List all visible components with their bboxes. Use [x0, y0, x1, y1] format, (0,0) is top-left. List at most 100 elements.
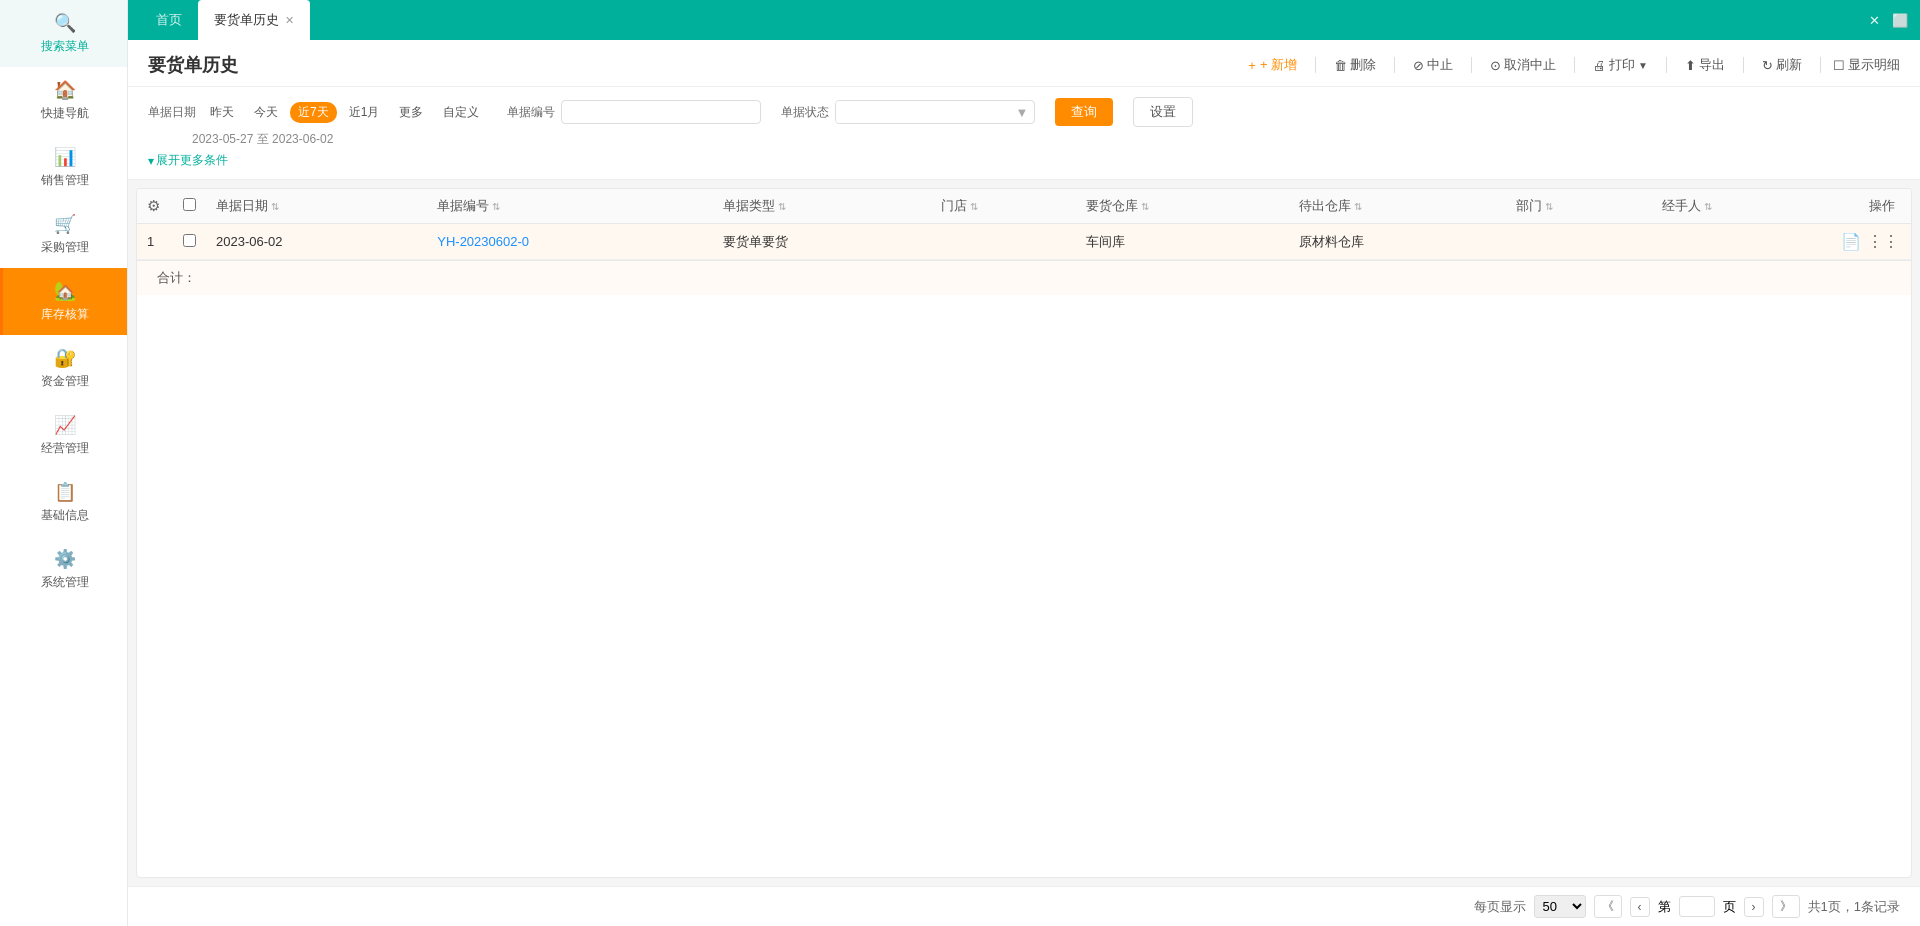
status-input[interactable]	[836, 101, 1009, 123]
sidebar-item-operations[interactable]: 📈 经营管理	[0, 402, 127, 469]
sort-handler-icon[interactable]: ⇅	[1704, 201, 1712, 212]
stop-btn[interactable]: ⊘ 中止	[1407, 52, 1459, 78]
sort-type-icon[interactable]: ⇅	[778, 201, 786, 212]
next-page-btn[interactable]: ›	[1744, 897, 1764, 917]
data-table: ⚙ 单据日期⇅ 单据编号⇅ 单据类型⇅	[137, 189, 1911, 260]
sort-req-warehouse-icon[interactable]: ⇅	[1141, 201, 1149, 212]
display-detail-btn[interactable]: ☐ 显示明细	[1833, 56, 1900, 74]
date-filter-group: 单据日期 昨天 今天 近7天 近1月 更多 自定义	[148, 102, 487, 123]
print-btn[interactable]: 🖨 打印 ▼	[1587, 52, 1654, 78]
table-row: 1 2023-06-02 YH-20230602-0 要货单要货 车间库 原材料…	[137, 224, 1911, 260]
page-title: 要货单历史	[148, 53, 238, 77]
tab-home[interactable]: 首页	[140, 0, 198, 40]
table-body: 1 2023-06-02 YH-20230602-0 要货单要货 车间库 原材料…	[137, 224, 1911, 260]
column-settings-icon[interactable]: ⚙	[147, 197, 160, 214]
settings-btn[interactable]: 设置	[1133, 97, 1193, 127]
sidebar-item-inventory[interactable]: 🏡 库存核算	[0, 268, 127, 335]
content-area: 要货单历史 + + 新增 🗑 删除 ⊘ 中止 ⊙	[128, 40, 1920, 926]
divider-6	[1743, 57, 1744, 73]
window-maximize-btn[interactable]: ⬜	[1892, 13, 1908, 28]
sidebar-item-quick-nav[interactable]: 🏠 快捷导航	[0, 67, 127, 134]
status-dropdown-icon[interactable]: ▼	[1010, 105, 1035, 120]
sales-icon: 📊	[54, 146, 76, 168]
expand-more-btn[interactable]: ▾ 展开更多条件	[148, 152, 1900, 169]
summary-label: 合计：	[157, 270, 196, 285]
sidebar-item-system[interactable]: ⚙️ 系统管理	[0, 536, 127, 603]
pill-7days[interactable]: 近7天	[290, 102, 337, 123]
page-label-pre: 第	[1658, 898, 1671, 916]
finance-icon: 🔐	[54, 347, 76, 369]
purchase-icon: 🛒	[54, 213, 76, 235]
delete-icon: 🗑	[1334, 58, 1347, 73]
row-type: 要货单要货	[713, 224, 930, 260]
sort-date-icon[interactable]: ⇅	[271, 201, 279, 212]
sort-dept-icon[interactable]: ⇅	[1545, 201, 1553, 212]
col-checkbox	[173, 189, 206, 224]
sidebar-item-finance[interactable]: 🔐 资金管理	[0, 335, 127, 402]
pill-more[interactable]: 更多	[391, 102, 431, 123]
sidebar-item-search-menu[interactable]: 🔍 搜索菜单	[0, 0, 127, 67]
col-dept: 部门⇅	[1506, 189, 1652, 224]
divider-5	[1666, 57, 1667, 73]
row-actions: 📄 ⋮⋮	[1831, 224, 1911, 260]
refresh-btn[interactable]: ↻ 刷新	[1756, 52, 1808, 78]
row-edit-icon[interactable]: 📄	[1841, 232, 1861, 251]
export-btn[interactable]: ⬆ 导出	[1679, 52, 1731, 78]
search-menu-icon: 🔍	[54, 12, 76, 34]
filter-area: 单据日期 昨天 今天 近7天 近1月 更多 自定义 单据编号	[128, 87, 1920, 180]
tab-close-icon[interactable]: ✕	[285, 14, 294, 27]
row-checkbox	[173, 224, 206, 260]
system-icon: ⚙️	[54, 548, 76, 570]
pagination-bar: 每页显示 10 20 50 100 《 ‹ 第 1 页 › 》 共1页，1条记录	[128, 886, 1920, 926]
cancel-stop-btn[interactable]: ⊙ 取消中止	[1484, 52, 1562, 78]
page-label-post: 页	[1723, 898, 1736, 916]
print-dropdown-icon[interactable]: ▼	[1638, 60, 1648, 71]
sort-no-icon[interactable]: ⇅	[492, 201, 500, 212]
add-btn[interactable]: + + 新增	[1242, 52, 1303, 78]
date-range-display: 2023-05-27 至 2023-06-02	[192, 131, 1900, 148]
page-input[interactable]: 1	[1679, 896, 1715, 917]
select-all-checkbox[interactable]	[183, 198, 196, 211]
row-more-icon[interactable]: ⋮⋮	[1867, 232, 1899, 251]
col-no: 单据编号⇅	[427, 189, 713, 224]
sidebar-item-sales[interactable]: 📊 销售管理	[0, 134, 127, 201]
first-page-btn[interactable]: 《	[1594, 895, 1622, 918]
inventory-icon: 🏡	[54, 280, 76, 302]
query-btn[interactable]: 查询	[1055, 98, 1113, 126]
table-footer: 合计：	[137, 260, 1911, 295]
sort-store-icon[interactable]: ⇅	[970, 201, 978, 212]
delete-btn[interactable]: 🗑 删除	[1328, 52, 1382, 78]
order-no-input[interactable]	[561, 100, 761, 124]
sidebar: 🔍 搜索菜单 🏠 快捷导航 📊 销售管理 🛒 采购管理 🏡 库存核算 🔐 资金管…	[0, 0, 128, 926]
tab-requisition-history[interactable]: 要货单历史 ✕	[198, 0, 310, 40]
total-info: 共1页，1条记录	[1808, 898, 1900, 916]
table-container: ⚙ 单据日期⇅ 单据编号⇅ 单据类型⇅	[136, 188, 1912, 878]
col-req-warehouse: 要货仓库⇅	[1076, 189, 1288, 224]
row-no-link[interactable]: YH-20230602-0	[437, 234, 529, 249]
last-page-btn[interactable]: 》	[1772, 895, 1800, 918]
main-container: 首页 要货单历史 ✕ ✕ ⬜ 要货单历史 + + 新增 🗑 删除	[128, 0, 1920, 926]
operations-icon: 📈	[54, 414, 76, 436]
row-no: YH-20230602-0	[427, 224, 713, 260]
pill-yesterday[interactable]: 昨天	[202, 102, 242, 123]
table-head: ⚙ 单据日期⇅ 单据编号⇅ 单据类型⇅	[137, 189, 1911, 224]
sidebar-item-purchase[interactable]: 🛒 采购管理	[0, 201, 127, 268]
expand-icon: ▾	[148, 154, 154, 168]
row-select-checkbox[interactable]	[183, 234, 196, 247]
sidebar-item-basic-info[interactable]: 📋 基础信息	[0, 469, 127, 536]
page-size-select[interactable]: 10 20 50 100	[1534, 895, 1586, 918]
sort-wait-warehouse-icon[interactable]: ⇅	[1354, 201, 1362, 212]
col-settings: ⚙	[137, 189, 173, 224]
pill-1month[interactable]: 近1月	[341, 102, 388, 123]
divider-4	[1574, 57, 1575, 73]
stop-icon: ⊘	[1413, 58, 1424, 73]
status-select-wrapper: ▼	[835, 100, 1035, 124]
prev-page-btn[interactable]: ‹	[1630, 897, 1650, 917]
divider-1	[1315, 57, 1316, 73]
window-close-btn[interactable]: ✕	[1869, 13, 1880, 28]
pill-today[interactable]: 今天	[246, 102, 286, 123]
pill-custom[interactable]: 自定义	[435, 102, 487, 123]
top-bar: 首页 要货单历史 ✕ ✕ ⬜	[128, 0, 1920, 40]
status-filter-group: 单据状态 ▼	[781, 100, 1035, 124]
order-no-label: 单据编号	[507, 104, 555, 121]
